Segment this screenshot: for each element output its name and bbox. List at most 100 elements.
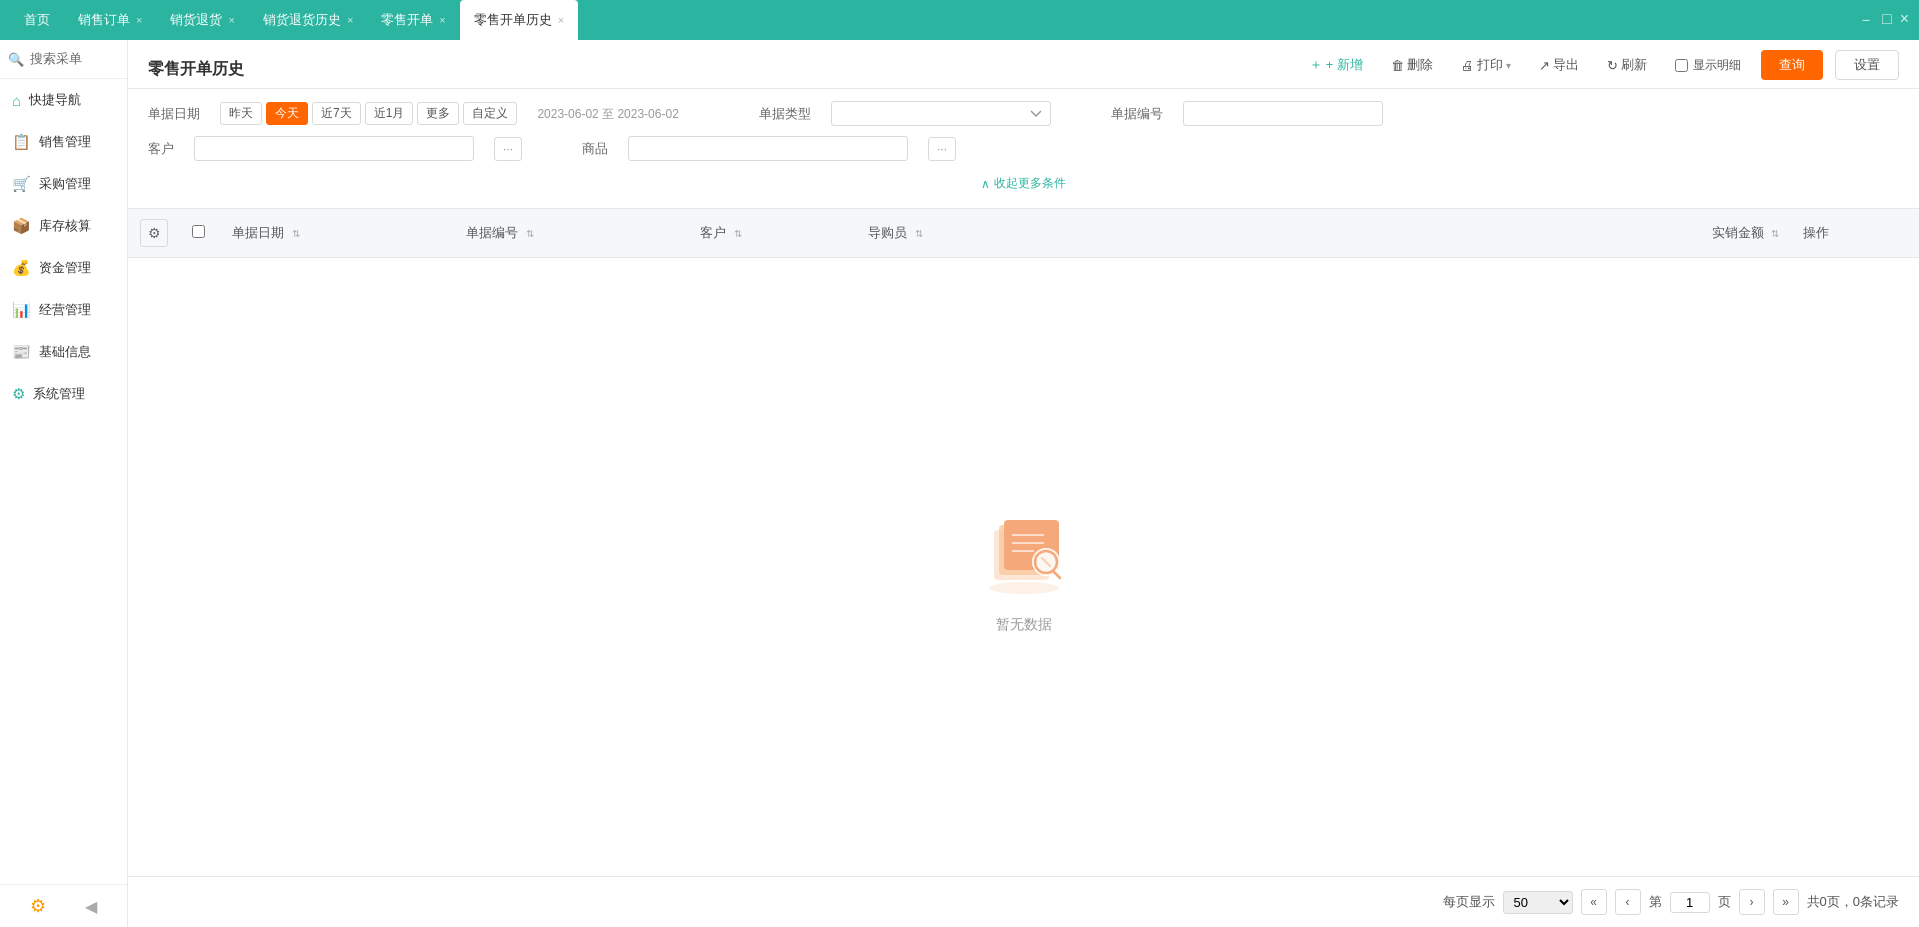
sidebar-item-finance[interactable]: 💰 资金管理: [0, 247, 127, 289]
customer-input[interactable]: [194, 136, 474, 161]
settings-button[interactable]: 设置: [1835, 50, 1899, 80]
refresh-button[interactable]: ↻ 刷新: [1599, 52, 1655, 78]
date-last7days-btn[interactable]: 近7天: [312, 102, 361, 125]
goods-ellipsis-btn[interactable]: ···: [928, 137, 956, 161]
filter-row-1: 单据日期 昨天 今天 近7天 近1月 更多 自定义 2023-06-02 至 2…: [148, 101, 1899, 126]
tab-close-sales-order[interactable]: ×: [136, 14, 142, 26]
goods-input[interactable]: [628, 136, 908, 161]
sidebar-item-system[interactable]: ⚙ 系统管理: [0, 373, 127, 415]
sidebar-item-basic-info[interactable]: 📰 基础信息: [0, 331, 127, 373]
inventory-icon: 📦: [12, 217, 31, 235]
maximize-btn[interactable]: □: [1882, 10, 1892, 31]
date-last1month-btn[interactable]: 近1月: [365, 102, 414, 125]
per-page-label: 每页显示: [1443, 893, 1495, 911]
date-custom-btn[interactable]: 自定义: [463, 102, 517, 125]
per-page-select[interactable]: 50 100 200: [1503, 891, 1573, 914]
display-columns-button[interactable]: 显示明细: [1667, 53, 1749, 78]
refresh-icon: ↻: [1607, 58, 1618, 73]
tab-close-sales-return[interactable]: ×: [228, 14, 234, 26]
page-header: 零售开单历史 ＋ + 新增 🗑 删除 🖨 打印 ▾ ↗ 导出: [128, 40, 1919, 89]
sidebar-search[interactable]: 🔍 搜索采单: [0, 40, 127, 79]
doc-type-select[interactable]: [831, 101, 1051, 126]
col-date: 单据日期 ⇅: [220, 209, 454, 258]
doc-number-input[interactable]: [1183, 101, 1383, 126]
export-button[interactable]: ↗ 导出: [1531, 52, 1587, 78]
col-spacer: [1057, 209, 1557, 258]
sidebar-bottom: ⚙ ◀: [0, 884, 127, 927]
sidebar-item-sales-mgmt[interactable]: 📋 销售管理: [0, 121, 127, 163]
tab-retail-open[interactable]: 零售开单 ×: [367, 0, 459, 40]
tab-close-retail-open[interactable]: ×: [439, 14, 445, 26]
delete-button[interactable]: 🗑 删除: [1383, 52, 1441, 78]
close-btn[interactable]: ×: [1900, 10, 1909, 31]
new-button[interactable]: ＋ + 新增: [1301, 52, 1371, 78]
date-today-btn[interactable]: 今天: [266, 102, 308, 125]
sidebar-item-operations[interactable]: 📊 经营管理: [0, 289, 127, 331]
minimize-btn[interactable]: －: [1858, 10, 1874, 31]
tab-home[interactable]: 首页: [10, 0, 64, 40]
sort-salesperson-icon[interactable]: ⇅: [915, 228, 923, 239]
sort-number-icon[interactable]: ⇅: [526, 228, 534, 239]
top-tab-bar: 首页 销售订单 × 销货退货 × 销货退货历史 × 零售开单 × 零售开单历史 …: [0, 0, 1919, 40]
sidebar-item-inventory[interactable]: 📦 库存核算: [0, 205, 127, 247]
date-buttons: 昨天 今天 近7天 近1月 更多 自定义: [220, 102, 517, 125]
col-customer: 客户 ⇅: [688, 209, 856, 258]
pagination: 每页显示 50 100 200 « ‹ 第 页 › » 共0页，0条记录: [128, 876, 1919, 927]
svg-line-9: [1054, 572, 1060, 578]
sort-amount-icon[interactable]: ⇅: [1771, 228, 1779, 239]
print-icon: 🖨: [1461, 58, 1474, 73]
empty-illustration: [974, 500, 1074, 600]
date-range-text: 2023-06-02 至 2023-06-02: [537, 106, 678, 123]
tab-sales-return-history[interactable]: 销货退货历史 ×: [249, 0, 367, 40]
sidebar-item-purchase-mgmt[interactable]: 🛒 采购管理: [0, 163, 127, 205]
system-icon: ⚙: [12, 385, 25, 403]
tab-close-sales-return-history[interactable]: ×: [347, 14, 353, 26]
column-settings-btn[interactable]: ⚙: [140, 219, 168, 247]
home-icon: ⌂: [12, 92, 21, 109]
date-more-btn[interactable]: 更多: [417, 102, 459, 125]
display-columns-checkbox[interactable]: [1675, 59, 1688, 72]
date-yesterday-btn[interactable]: 昨天: [220, 102, 262, 125]
doc-number-label: 单据编号: [1111, 105, 1163, 123]
col-action: 操作: [1791, 209, 1919, 258]
col-setting: ⚙: [128, 209, 180, 258]
header-actions: ＋ + 新增 🗑 删除 🖨 打印 ▾ ↗ 导出 ↻: [1301, 50, 1899, 88]
sort-customer-icon[interactable]: ⇅: [734, 228, 742, 239]
col-number: 单据编号 ⇅: [454, 209, 688, 258]
sort-date-icon[interactable]: ⇅: [292, 228, 300, 239]
customer-ellipsis-btn[interactable]: ···: [494, 137, 522, 161]
goods-label: 商品: [582, 140, 608, 158]
filter-area: 单据日期 昨天 今天 近7天 近1月 更多 自定义 2023-06-02 至 2…: [128, 89, 1919, 209]
content-area: 零售开单历史 ＋ + 新增 🗑 删除 🖨 打印 ▾ ↗ 导出: [128, 40, 1919, 927]
window-controls: － □ ×: [1858, 10, 1909, 31]
basic-info-icon: 📰: [12, 343, 31, 361]
empty-text: 暂无数据: [996, 616, 1052, 634]
chevron-up-icon: ∧: [981, 177, 990, 191]
finance-icon: 💰: [12, 259, 31, 277]
col-salesperson: 导购员 ⇅: [856, 209, 1057, 258]
tab-sales-order[interactable]: 销售订单 ×: [64, 0, 156, 40]
search-icon: 🔍: [8, 52, 24, 67]
next-page-btn[interactable]: ›: [1739, 889, 1765, 915]
purchase-icon: 🛒: [12, 175, 31, 193]
collapse-more-btn[interactable]: ∧ 收起更多条件: [148, 171, 1899, 196]
print-button[interactable]: 🖨 打印 ▾: [1453, 52, 1519, 78]
page-number-input[interactable]: [1670, 892, 1710, 913]
query-button[interactable]: 查询: [1761, 50, 1823, 80]
empty-state: 暂无数据: [128, 258, 1919, 876]
prev-page-btn[interactable]: ‹: [1615, 889, 1641, 915]
customer-label: 客户: [148, 140, 174, 158]
last-page-btn[interactable]: »: [1773, 889, 1799, 915]
tab-close-retail-open-history[interactable]: ×: [558, 14, 564, 26]
col-amount: 实销金额 ⇅: [1557, 209, 1791, 258]
doc-type-label: 单据类型: [759, 105, 811, 123]
sidebar-collapse-btn[interactable]: ◀: [85, 897, 97, 916]
export-icon: ↗: [1539, 58, 1550, 73]
tab-retail-open-history[interactable]: 零售开单历史 ×: [460, 0, 578, 40]
data-table: ⚙ 单据日期 ⇅ 单据编号 ⇅: [128, 209, 1919, 258]
select-all-checkbox[interactable]: [192, 225, 205, 238]
tab-sales-return[interactable]: 销货退货 ×: [156, 0, 248, 40]
sidebar-settings-btn[interactable]: ⚙: [30, 895, 46, 917]
sidebar-item-quick-nav[interactable]: ⌂ 快捷导航: [0, 79, 127, 121]
first-page-btn[interactable]: «: [1581, 889, 1607, 915]
